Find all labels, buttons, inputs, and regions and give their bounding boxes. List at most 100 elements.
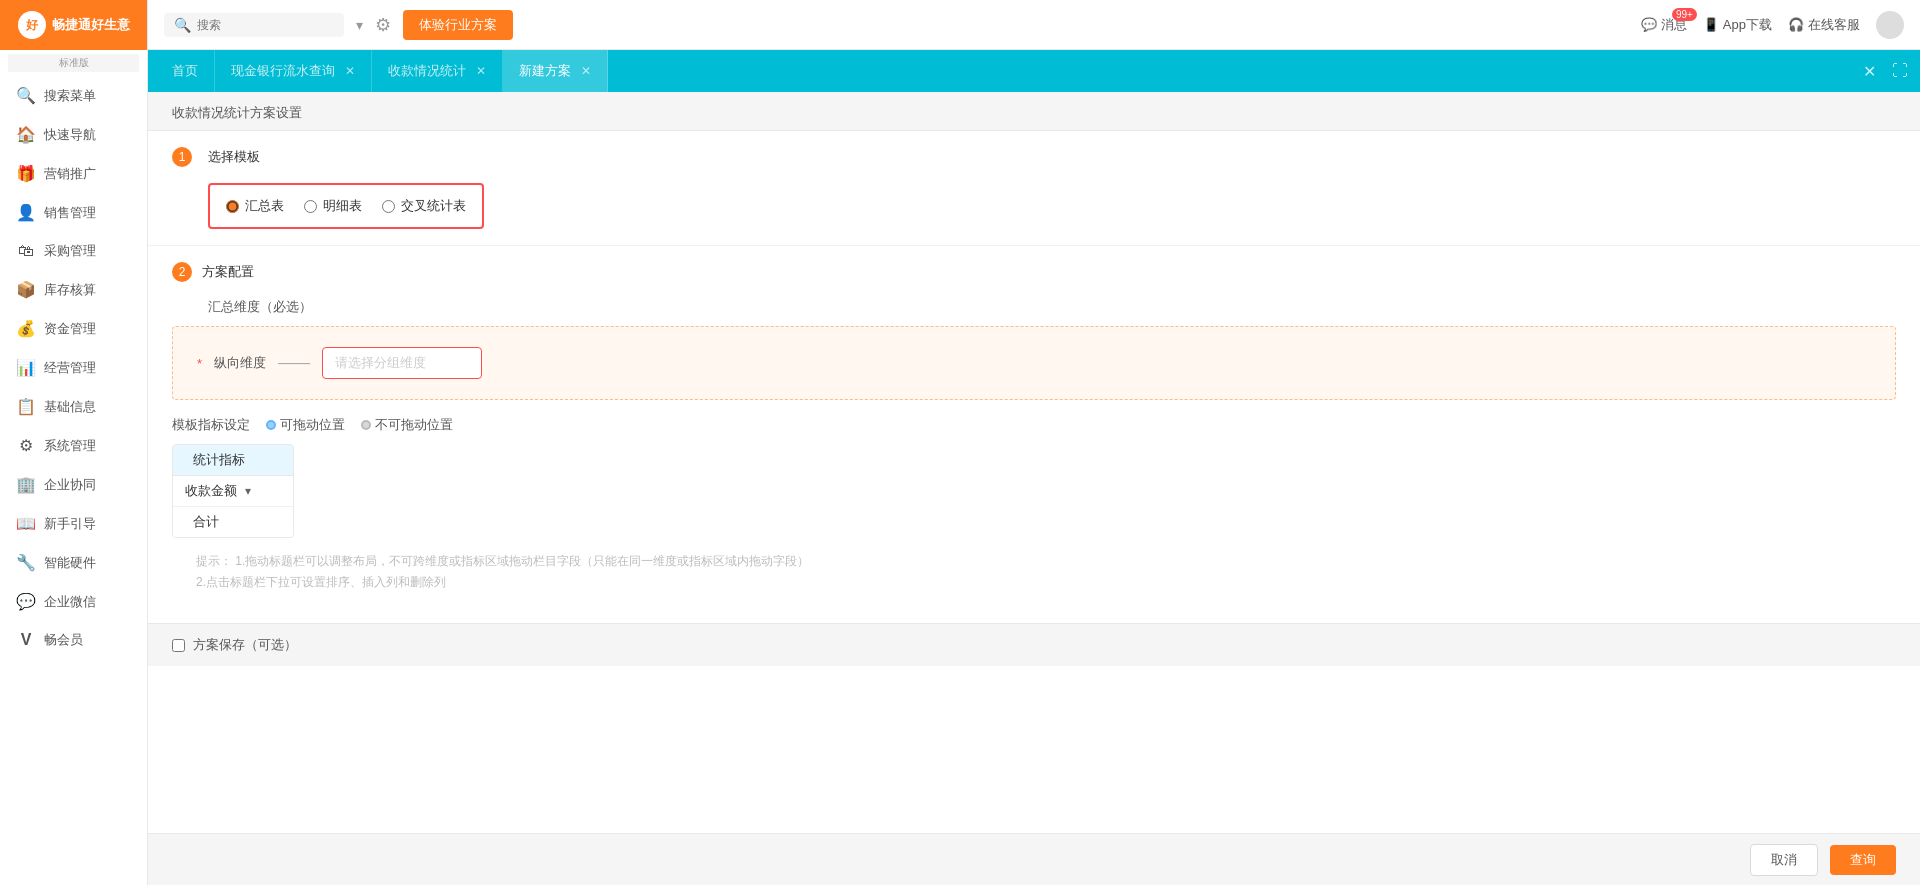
trial-button[interactable]: 体验行业方案	[403, 10, 513, 40]
tab-home[interactable]: 首页	[156, 50, 215, 92]
save-checkbox[interactable]	[172, 639, 185, 652]
radio-detail-label[interactable]: 明细表	[323, 197, 362, 215]
enterprise-icon: 🏢	[16, 475, 36, 494]
sidebar-item-inventory[interactable]: 📦 库存核算	[0, 270, 147, 309]
tab-collection-stats[interactable]: 收款情况统计 ✕	[372, 50, 503, 92]
sidebar-item-marketing[interactable]: 🎁 营销推广	[0, 154, 147, 193]
tab-home-label: 首页	[172, 62, 198, 80]
save-section: 方案保存（可选）	[148, 623, 1920, 666]
query-button[interactable]: 查询	[1830, 845, 1896, 875]
service-icon: 🎧	[1788, 17, 1804, 32]
step1-label: 选择模板	[208, 148, 260, 166]
radio-summary-input[interactable]	[226, 200, 239, 213]
tab-expand-icon[interactable]: ⛶	[1888, 58, 1912, 84]
content-area: 收款情况统计方案设置 1 选择模板 汇总表 明细表	[148, 92, 1920, 833]
sidebar-item-member[interactable]: V 畅会员	[0, 621, 147, 659]
footer: 取消 查询	[148, 833, 1920, 885]
static-indicator: 不可拖动位置	[361, 416, 453, 434]
sales-icon: 👤	[16, 203, 36, 222]
sidebar-item-quick-nav[interactable]: 🏠 快速导航	[0, 115, 147, 154]
inventory-icon: 📦	[16, 280, 36, 299]
sidebar-item-purchase[interactable]: 🛍 采购管理	[0, 232, 147, 270]
sidebar-item-label: 资金管理	[44, 320, 96, 338]
radio-cross-input[interactable]	[382, 200, 395, 213]
metrics-header-row: 模板指标设定 可拖动位置 不可拖动位置	[172, 416, 1896, 434]
step2-label: 方案配置	[202, 263, 254, 281]
step2-title-row: 2 方案配置	[172, 262, 1896, 282]
tab-new-plan-close[interactable]: ✕	[581, 64, 591, 78]
sidebar-item-system[interactable]: ⚙ 系统管理	[0, 426, 147, 465]
dimension-select-placeholder: 请选择分组维度	[335, 355, 426, 370]
tab-cash-bank[interactable]: 现金银行流水查询 ✕	[215, 50, 372, 92]
metrics-table-header: 统计指标	[173, 445, 293, 476]
topbar-search-box[interactable]: 🔍	[164, 13, 344, 37]
sidebar: 好 畅捷通好生意 标准版 🔍 搜索菜单 🏠 快速导航 🎁 营销推广 👤 销售管理…	[0, 0, 148, 885]
tab-collection-stats-label: 收款情况统计	[388, 62, 466, 80]
dimension-area: * 纵向维度 —— 请选择分组维度	[172, 326, 1896, 400]
sidebar-item-operations[interactable]: 📊 经营管理	[0, 348, 147, 387]
sidebar-item-sales[interactable]: 👤 销售管理	[0, 193, 147, 232]
sidebar-item-label: 系统管理	[44, 437, 96, 455]
purchase-icon: 🛍	[16, 242, 36, 260]
app-icon: 📱	[1703, 17, 1719, 32]
radio-cross[interactable]: 交叉统计表	[382, 197, 466, 215]
member-icon: V	[16, 631, 36, 649]
metrics-title: 模板指标设定	[172, 416, 250, 434]
radio-detail[interactable]: 明细表	[304, 197, 362, 215]
save-label[interactable]: 方案保存（可选）	[193, 636, 297, 654]
finance-icon: 💰	[16, 319, 36, 338]
logo-icon: 好	[18, 11, 46, 39]
online-service-item[interactable]: 🎧 在线客服	[1788, 16, 1860, 34]
content-inner: 收款情况统计方案设置 1 选择模板 汇总表 明细表	[148, 92, 1920, 833]
sidebar-item-enterprise[interactable]: 🏢 企业协同	[0, 465, 147, 504]
radio-summary[interactable]: 汇总表	[226, 197, 284, 215]
sidebar-item-label: 搜索菜单	[44, 87, 96, 105]
sidebar-item-finance[interactable]: 💰 资金管理	[0, 309, 147, 348]
tab-collection-stats-close[interactable]: ✕	[476, 64, 486, 78]
smart-hw-icon: 🔧	[16, 553, 36, 572]
cancel-button[interactable]: 取消	[1750, 844, 1818, 876]
tips-line-2: 2.点击标题栏下拉可设置排序、插入列和删除列	[196, 574, 1872, 591]
dimension-title: 汇总维度（必选）	[208, 298, 1896, 316]
marketing-icon: 🎁	[16, 164, 36, 183]
page-title: 收款情况统计方案设置	[172, 105, 302, 120]
logo-text: 畅捷通好生意	[52, 17, 130, 33]
search-input[interactable]	[197, 18, 327, 32]
sidebar-item-wechat[interactable]: 💬 企业微信	[0, 582, 147, 621]
app-download-label: App下载	[1723, 16, 1772, 34]
tab-new-plan[interactable]: 新建方案 ✕	[503, 50, 608, 92]
draggable-dot	[266, 420, 276, 430]
app-download-item[interactable]: 📱 App下载	[1703, 16, 1772, 34]
radio-cross-label[interactable]: 交叉统计表	[401, 197, 466, 215]
topbar-chevron-icon[interactable]: ▾	[356, 17, 363, 33]
step2-badge: 2	[172, 262, 192, 282]
sidebar-item-guide[interactable]: 📖 新手引导	[0, 504, 147, 543]
sidebar-item-label: 企业微信	[44, 593, 96, 611]
tips-section: 提示： 1.拖动标题栏可以调整布局，不可跨维度或指标区域拖动栏目字段（只能在同一…	[172, 541, 1896, 607]
tabbar: 首页 现金银行流水查询 ✕ 收款情况统计 ✕ 新建方案 ✕ ✕ ⛶	[148, 50, 1920, 92]
radio-summary-label[interactable]: 汇总表	[245, 197, 284, 215]
tab-close-all-icon[interactable]: ✕	[1859, 58, 1880, 85]
sidebar-item-label: 智能硬件	[44, 554, 96, 572]
metrics-dropdown-icon[interactable]: ▾	[245, 484, 251, 498]
sidebar-item-smart-hw[interactable]: 🔧 智能硬件	[0, 543, 147, 582]
sidebar-item-label: 快速导航	[44, 126, 96, 144]
sidebar-item-label: 采购管理	[44, 242, 96, 260]
radio-detail-input[interactable]	[304, 200, 317, 213]
sidebar-item-basic-info[interactable]: 📋 基础信息	[0, 387, 147, 426]
topbar-gear-icon[interactable]: ⚙	[375, 14, 391, 36]
dimension-select[interactable]: 请选择分组维度	[322, 347, 482, 379]
sidebar-item-label: 经营管理	[44, 359, 96, 377]
notification-item[interactable]: 💬 消息 99+	[1641, 16, 1687, 34]
system-icon: ⚙	[16, 436, 36, 455]
dimension-arrow-icon: ——	[278, 354, 310, 372]
dimension-row: * 纵向维度 —— 请选择分组维度	[197, 347, 1871, 379]
guide-icon: 📖	[16, 514, 36, 533]
metrics-item-row[interactable]: 收款金额 ▾	[173, 476, 293, 506]
sidebar-edition: 标准版	[8, 54, 139, 72]
user-avatar[interactable]	[1876, 11, 1904, 39]
sidebar-item-search-menu[interactable]: 🔍 搜索菜单	[0, 76, 147, 115]
sidebar-item-label: 基础信息	[44, 398, 96, 416]
tab-cash-bank-close[interactable]: ✕	[345, 64, 355, 78]
tips-line-1: 提示： 1.拖动标题栏可以调整布局，不可跨维度或指标区域拖动栏目字段（只能在同一…	[196, 553, 1872, 570]
